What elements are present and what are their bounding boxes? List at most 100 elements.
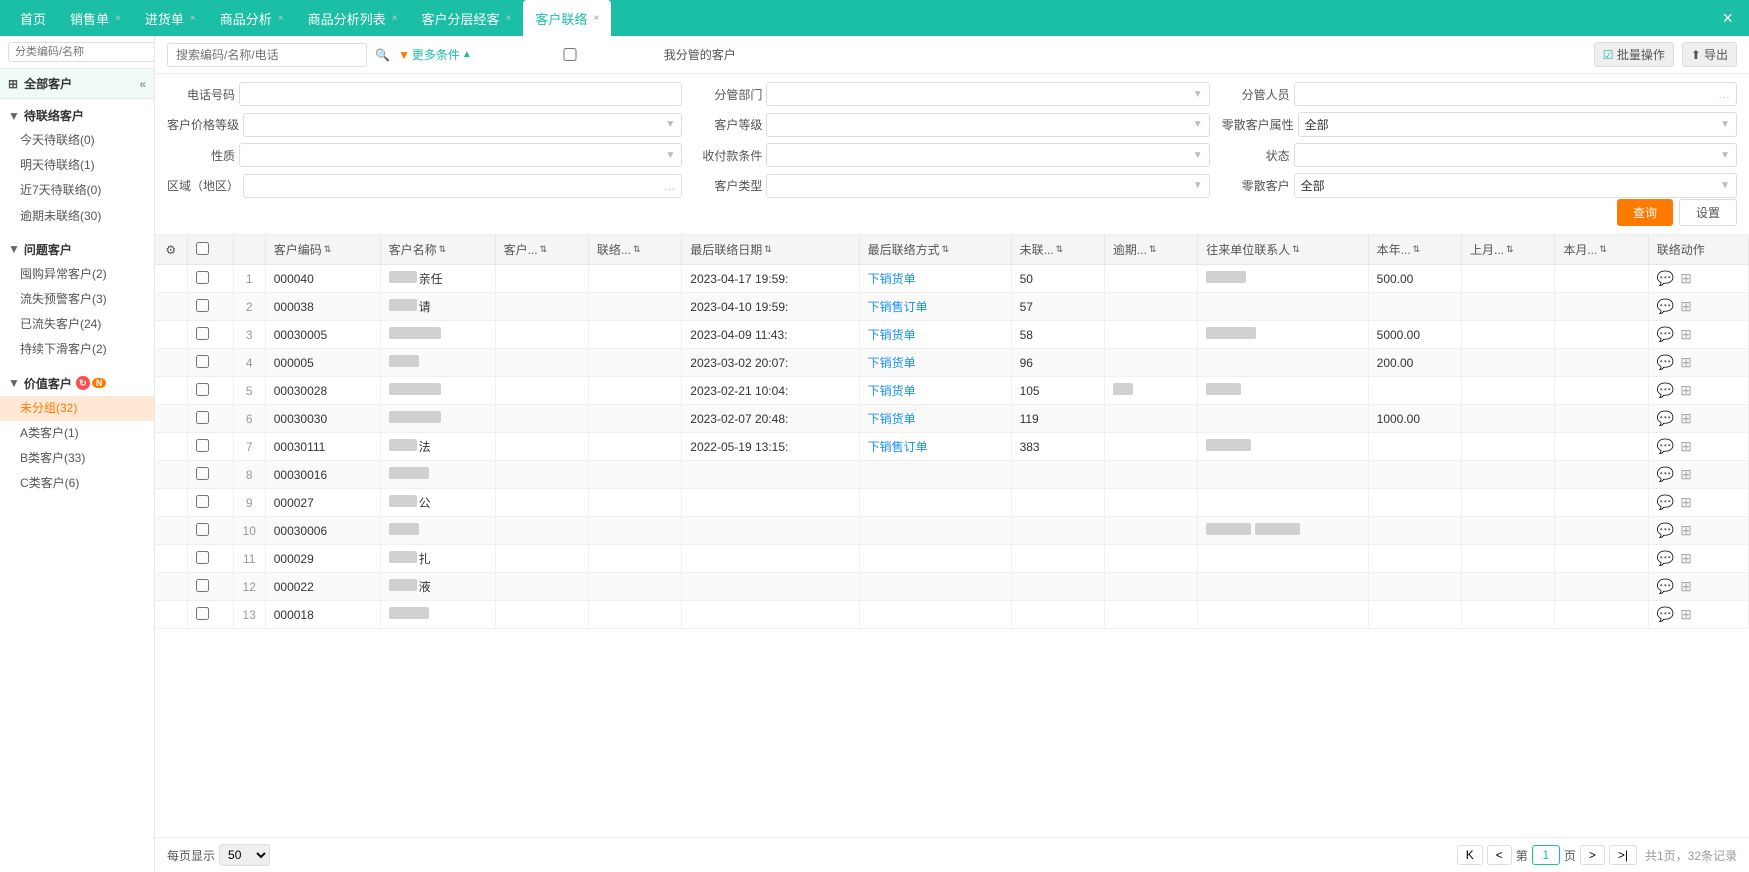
nav-analysis[interactable]: 商品分析 ×: [208, 0, 296, 36]
last-method-col-header[interactable]: 最后联络方式 ⇅: [859, 235, 1011, 265]
sort-contact-person[interactable]: 往来单位联系人 ⇅: [1206, 241, 1359, 258]
message-icon[interactable]: 💬: [1657, 326, 1674, 343]
row-checkbox[interactable]: [196, 299, 209, 312]
first-page-button[interactable]: K: [1457, 845, 1483, 865]
filter-payment-select[interactable]: ▼: [766, 143, 1209, 167]
search-icon[interactable]: 🔍: [375, 48, 390, 62]
grid-action-icon[interactable]: ⊞: [1680, 522, 1692, 539]
row-checkbox[interactable]: [196, 579, 209, 592]
sort-this-month[interactable]: 本月... ⇅: [1563, 241, 1639, 258]
reset-button[interactable]: 设置: [1679, 199, 1737, 226]
filter-person-select[interactable]: …: [1294, 82, 1737, 106]
prev-page-button[interactable]: <: [1487, 845, 1512, 865]
message-icon[interactable]: 💬: [1657, 494, 1674, 511]
message-icon[interactable]: 💬: [1657, 438, 1674, 455]
row-checkbox[interactable]: [196, 607, 209, 620]
sort-customer-name[interactable]: 客户名称 ⇅: [389, 241, 487, 258]
grid-action-icon[interactable]: ⊞: [1680, 382, 1692, 399]
grid-action-icon[interactable]: ⊞: [1680, 550, 1692, 567]
message-icon[interactable]: 💬: [1657, 466, 1674, 483]
sort-customer-type[interactable]: 客户... ⇅: [504, 241, 580, 258]
sidebar-item-type-b[interactable]: B类客户(33): [0, 446, 154, 471]
filter-price-level-select[interactable]: ▼: [243, 113, 682, 137]
more-conditions-button[interactable]: ▼ 更多条件 ▲: [398, 46, 472, 63]
sidebar-group-pending-title[interactable]: ▼ 待联络客户: [0, 103, 154, 128]
row-checkbox[interactable]: [196, 551, 209, 564]
customer-type-col-header[interactable]: 客户... ⇅: [495, 235, 588, 265]
sidebar-item-type-a[interactable]: A类客户(1): [0, 421, 154, 446]
grid-action-icon[interactable]: ⊞: [1680, 410, 1692, 427]
export-button[interactable]: ⬆ 导出: [1682, 42, 1737, 67]
message-icon[interactable]: 💬: [1657, 354, 1674, 371]
last-method-link[interactable]: 下销货单: [868, 328, 916, 342]
checkbox-cell[interactable]: [187, 377, 233, 405]
close-sales-tab[interactable]: ×: [115, 13, 121, 24]
nav-customer-contact[interactable]: 客户联络 ×: [523, 0, 611, 36]
last-method-link[interactable]: 下销货单: [868, 272, 916, 286]
message-icon[interactable]: 💬: [1657, 410, 1674, 427]
sidebar-item-type-c[interactable]: C类客户(6): [0, 471, 154, 496]
select-all-checkbox[interactable]: [196, 242, 209, 255]
customer-name-col-header[interactable]: 客户名称 ⇅: [380, 235, 495, 265]
message-icon[interactable]: 💬: [1657, 578, 1674, 595]
close-customer-seg-tab[interactable]: ×: [505, 13, 511, 24]
grid-action-icon[interactable]: ⊞: [1680, 298, 1692, 315]
sort-this-year[interactable]: 本年... ⇅: [1377, 241, 1453, 258]
this-year-col-header[interactable]: 本年... ⇅: [1368, 235, 1461, 265]
row-checkbox[interactable]: [196, 271, 209, 284]
my-customers-filter[interactable]: 我分管的客户: [480, 46, 736, 63]
sort-last-date[interactable]: 最后联络日期 ⇅: [690, 241, 850, 258]
sort-last-month[interactable]: 上月... ⇅: [1470, 241, 1546, 258]
filter-region-select[interactable]: …: [243, 174, 682, 198]
sidebar-item-pending-overdue[interactable]: 逾期未联络(30): [0, 204, 154, 229]
checkbox-cell[interactable]: [187, 545, 233, 573]
contact-col-header[interactable]: 联络... ⇅: [588, 235, 681, 265]
filter-customer-type-select[interactable]: ▼: [766, 174, 1209, 198]
checkbox-cell[interactable]: [187, 349, 233, 377]
sort-last-method[interactable]: 最后联络方式 ⇅: [868, 241, 1003, 258]
sidebar-item-churned[interactable]: 已流失客户(24): [0, 312, 154, 337]
message-icon[interactable]: 💬: [1657, 382, 1674, 399]
message-icon[interactable]: 💬: [1657, 522, 1674, 539]
checkbox-cell[interactable]: [187, 433, 233, 461]
sidebar-search-input[interactable]: [8, 42, 155, 62]
query-button[interactable]: 查询: [1617, 199, 1673, 226]
checkbox-cell[interactable]: [187, 517, 233, 545]
message-icon[interactable]: 💬: [1657, 298, 1674, 315]
close-analysis-tab[interactable]: ×: [278, 13, 284, 24]
sidebar-collapse-icon[interactable]: «: [139, 77, 146, 91]
my-customers-checkbox[interactable]: [480, 48, 660, 61]
sidebar-group-problem-title[interactable]: ▼ 问题客户: [0, 237, 154, 262]
this-month-col-header[interactable]: 本月... ⇅: [1555, 235, 1648, 265]
checkbox-cell[interactable]: [187, 293, 233, 321]
close-customer-contact-tab[interactable]: ×: [593, 13, 599, 24]
customer-code-col-header[interactable]: 客户编码 ⇅: [265, 235, 380, 265]
current-page[interactable]: 1: [1532, 845, 1560, 865]
checkbox-col-header[interactable]: [187, 235, 233, 265]
checkbox-cell[interactable]: [187, 461, 233, 489]
nav-home[interactable]: 首页: [8, 0, 58, 36]
last-date-col-header[interactable]: 最后联络日期 ⇅: [682, 235, 859, 265]
checkbox-cell[interactable]: [187, 573, 233, 601]
sidebar-group-score-title[interactable]: ▼ 价值客户 ↻ N: [0, 371, 154, 396]
close-analysis-list-tab[interactable]: ×: [392, 13, 398, 24]
window-close-button[interactable]: ×: [1714, 8, 1741, 29]
checkbox-cell[interactable]: [187, 405, 233, 433]
sidebar-item-declining[interactable]: 持续下滑客户(2): [0, 337, 154, 362]
checkbox-cell[interactable]: [187, 489, 233, 517]
sort-contact[interactable]: 联络... ⇅: [597, 241, 673, 258]
next-page-button[interactable]: >: [1580, 845, 1605, 865]
filter-status-select[interactable]: ▼: [1294, 143, 1737, 167]
sidebar-item-abnormal-hoard[interactable]: 囤购异常客户(2): [0, 262, 154, 287]
grid-action-icon[interactable]: ⊞: [1680, 578, 1692, 595]
last-method-link[interactable]: 下销货单: [868, 412, 916, 426]
last-method-link[interactable]: 下销货单: [868, 356, 916, 370]
row-checkbox[interactable]: [196, 411, 209, 424]
row-checkbox[interactable]: [196, 439, 209, 452]
batch-operation-button[interactable]: ☑ 批量操作: [1594, 42, 1674, 67]
nav-customer-seg[interactable]: 客户分层经客 ×: [409, 0, 523, 36]
sidebar-item-churn-warning[interactable]: 流失预警客户(3): [0, 287, 154, 312]
row-checkbox[interactable]: [196, 467, 209, 480]
nav-purchase[interactable]: 进货单 ×: [133, 0, 208, 36]
filter-scatter-attr-select[interactable]: 全部▼: [1298, 112, 1737, 137]
